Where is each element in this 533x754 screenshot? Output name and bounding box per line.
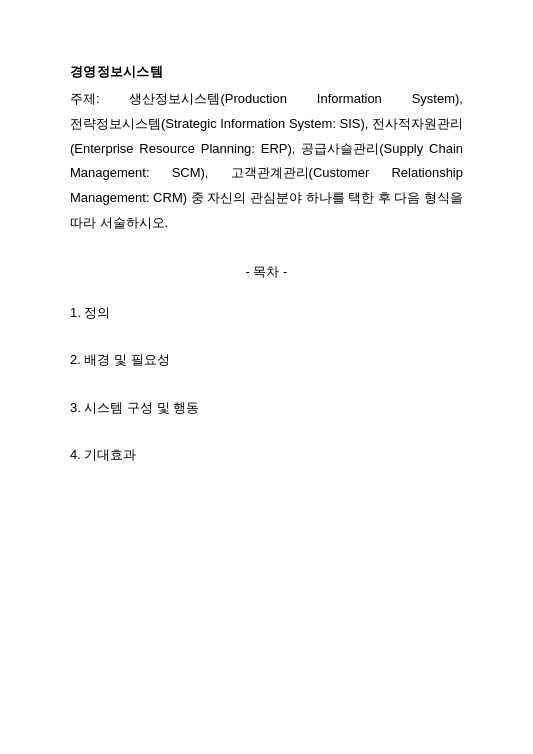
- subject-body: 생산정보시스템(Production Information System), …: [70, 91, 463, 229]
- subject-line: 주제: 생산정보시스템(Production Information Syste…: [70, 87, 463, 235]
- section-title: 경영정보시스템: [70, 60, 463, 83]
- toc-item-3: 3. 시스템 구성 및 행동: [70, 396, 463, 419]
- page-container: 경영정보시스템 주제: 생산정보시스템(Production Informati…: [0, 0, 533, 550]
- toc-item-4: 4. 기대효과: [70, 443, 463, 466]
- toc-item-1: 1. 정의: [70, 301, 463, 324]
- toc-item-2: 2. 배경 및 필요성: [70, 348, 463, 371]
- toc-title: - 목차 -: [70, 260, 463, 283]
- subject-label: 주제:: [70, 91, 129, 106]
